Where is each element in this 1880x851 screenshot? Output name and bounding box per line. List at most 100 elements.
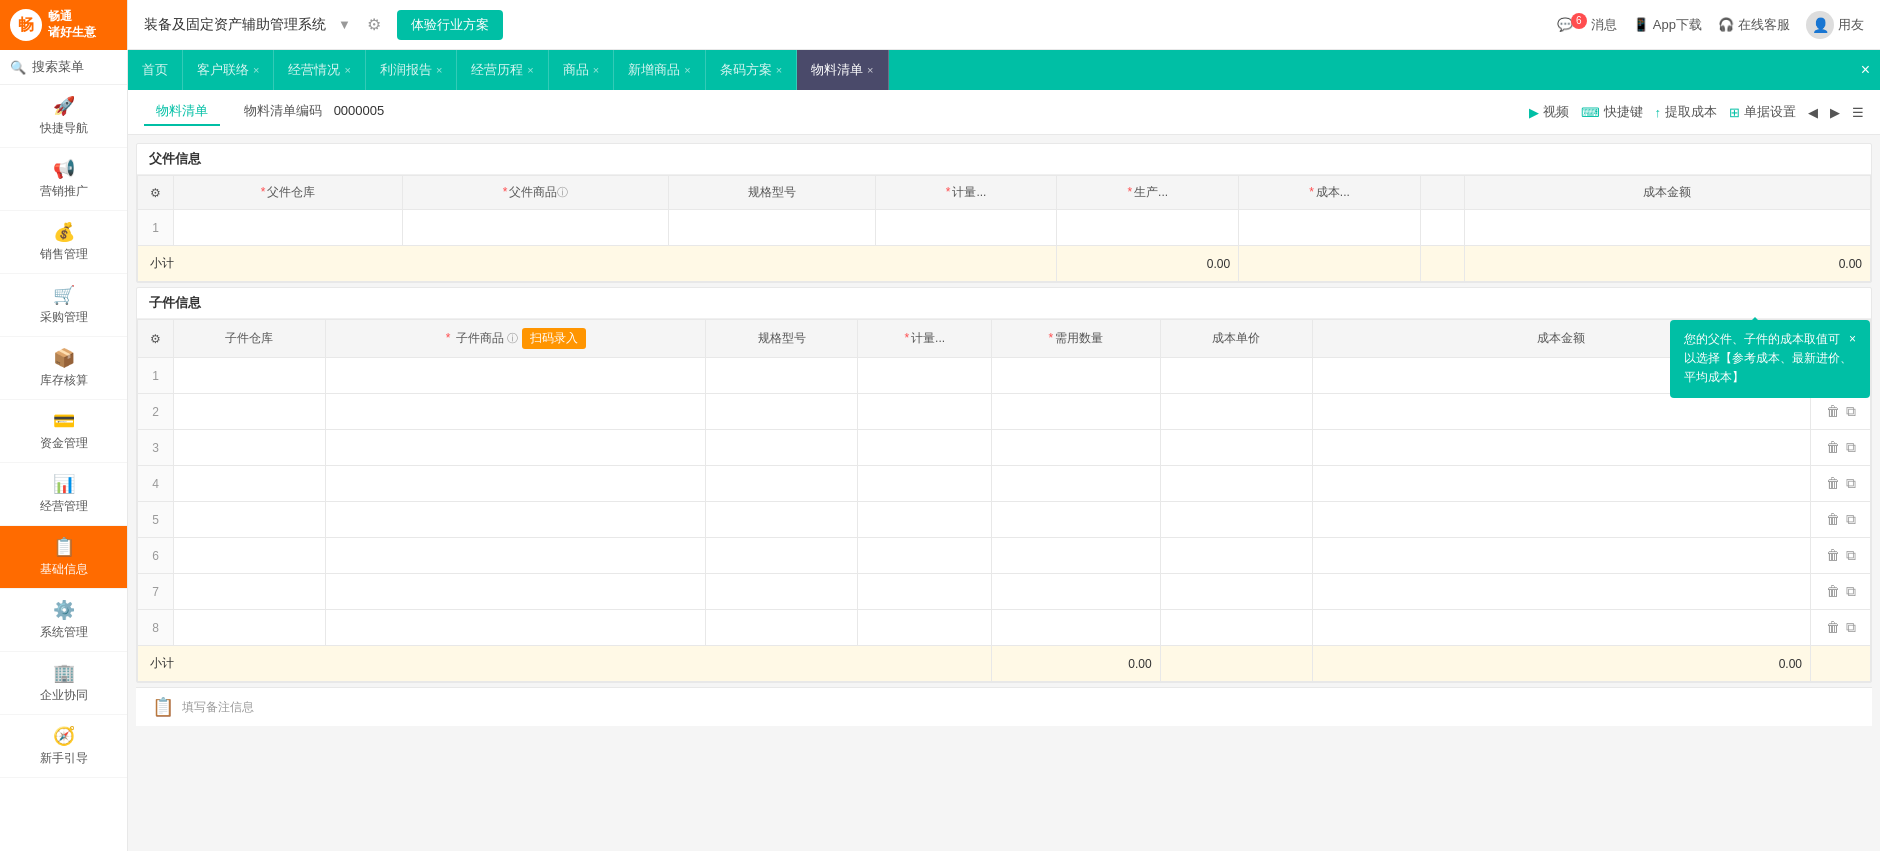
tab-customer[interactable]: 客户联络 ×: [183, 50, 274, 90]
child-r2-unit[interactable]: [858, 394, 992, 430]
tab-history[interactable]: 经营历程 ×: [457, 50, 548, 90]
child-r8-product[interactable]: [325, 610, 705, 646]
parent-product-cell[interactable]: [403, 210, 669, 246]
child-r1-unit-cost[interactable]: [1160, 358, 1312, 394]
parent-col-settings[interactable]: ⚙: [138, 176, 174, 210]
system-dropdown-icon[interactable]: ▼: [338, 17, 351, 32]
child-r2-cost-amount[interactable]: [1312, 394, 1810, 430]
child-r5-qty[interactable]: [992, 502, 1161, 538]
list-view-btn[interactable]: ☰: [1852, 105, 1864, 120]
tab-operations[interactable]: 经营情况 ×: [274, 50, 365, 90]
parent-cost-cell[interactable]: [1239, 210, 1421, 246]
sidebar-item-inventory[interactable]: 📦 库存核算: [0, 337, 127, 400]
child-r6-product[interactable]: [325, 538, 705, 574]
sidebar-item-operations[interactable]: 📊 经营管理: [0, 463, 127, 526]
child-r5-unit[interactable]: [858, 502, 992, 538]
search-menu[interactable]: 🔍 搜索菜单: [0, 50, 127, 85]
child-r2-warehouse[interactable]: [174, 394, 326, 430]
child-r6-cost-amount[interactable]: [1312, 538, 1810, 574]
child-r7-qty[interactable]: [992, 574, 1161, 610]
sidebar-item-enterprise[interactable]: 🏢 企业协同: [0, 652, 127, 715]
child-r8-spec[interactable]: [706, 610, 858, 646]
child-r5-cost-amount[interactable]: [1312, 502, 1810, 538]
tooltip-close-btn[interactable]: ×: [1849, 330, 1856, 349]
tab-goods[interactable]: 商品 ×: [549, 50, 614, 90]
parent-cost-amount-cell[interactable]: [1464, 210, 1870, 246]
parent-spec-cell[interactable]: [669, 210, 875, 246]
child-r7-cost-amount[interactable]: [1312, 574, 1810, 610]
page-tab-bom-code[interactable]: 物料清单编码 0000005: [232, 98, 396, 126]
sidebar-item-basic-info[interactable]: 📋 基础信息: [0, 526, 127, 589]
child-r8-cost-amount[interactable]: [1312, 610, 1810, 646]
copy-icon[interactable]: ⧉: [1846, 439, 1856, 456]
delete-icon[interactable]: 🗑: [1826, 583, 1840, 600]
child-r3-qty[interactable]: [992, 430, 1161, 466]
delete-icon[interactable]: 🗑: [1826, 403, 1840, 420]
child-r6-warehouse[interactable]: [174, 538, 326, 574]
child-r7-spec[interactable]: [706, 574, 858, 610]
sidebar-item-purchase[interactable]: 🛒 采购管理: [0, 274, 127, 337]
prev-btn[interactable]: ◀: [1808, 105, 1818, 120]
child-r1-spec[interactable]: [706, 358, 858, 394]
user-action[interactable]: 👤 用友: [1806, 11, 1864, 39]
page-tab-bom-list[interactable]: 物料清单: [144, 98, 220, 126]
child-r4-spec[interactable]: [706, 466, 858, 502]
delete-icon[interactable]: 🗑: [1826, 547, 1840, 564]
delete-icon[interactable]: 🗑: [1826, 475, 1840, 492]
child-r3-cost-amount[interactable]: [1312, 430, 1810, 466]
tab-profit-close[interactable]: ×: [436, 64, 442, 76]
child-r5-warehouse[interactable]: [174, 502, 326, 538]
tab-customer-close[interactable]: ×: [253, 64, 259, 76]
child-r1-product[interactable]: [325, 358, 705, 394]
child-r4-unit-cost[interactable]: [1160, 466, 1312, 502]
tab-bom[interactable]: 物料清单 ×: [797, 50, 888, 90]
trial-button[interactable]: 体验行业方案: [397, 10, 503, 40]
child-r4-qty[interactable]: [992, 466, 1161, 502]
child-r3-warehouse[interactable]: [174, 430, 326, 466]
copy-icon[interactable]: ⧉: [1846, 511, 1856, 528]
note-icon[interactable]: 📋: [152, 696, 174, 718]
child-r3-unit[interactable]: [858, 430, 992, 466]
child-r7-unit[interactable]: [858, 574, 992, 610]
child-r2-unit-cost[interactable]: [1160, 394, 1312, 430]
child-r3-unit-cost[interactable]: [1160, 430, 1312, 466]
parent-warehouse-cell[interactable]: [174, 210, 403, 246]
tab-home[interactable]: 首页: [128, 50, 183, 90]
tab-bom-close[interactable]: ×: [867, 64, 873, 76]
sidebar-item-guide[interactable]: 🧭 新手引导: [0, 715, 127, 778]
tab-new-goods-close[interactable]: ×: [684, 64, 690, 76]
child-r3-product[interactable]: [325, 430, 705, 466]
child-r6-unit-cost[interactable]: [1160, 538, 1312, 574]
child-r4-unit[interactable]: [858, 466, 992, 502]
child-r5-product[interactable]: [325, 502, 705, 538]
tab-new-goods[interactable]: 新增商品 ×: [614, 50, 705, 90]
child-col-settings[interactable]: ⚙: [138, 320, 174, 358]
sidebar-item-system[interactable]: ⚙️ 系统管理: [0, 589, 127, 652]
tab-history-close[interactable]: ×: [527, 64, 533, 76]
delete-icon[interactable]: 🗑: [1826, 619, 1840, 636]
tab-bar-close-icon[interactable]: ×: [1851, 61, 1880, 79]
sidebar-item-marketing[interactable]: 📢 营销推广: [0, 148, 127, 211]
child-r8-warehouse[interactable]: [174, 610, 326, 646]
child-r1-qty[interactable]: [992, 358, 1161, 394]
extract-cost-btn[interactable]: ↑ 提取成本: [1655, 103, 1718, 121]
copy-icon[interactable]: ⧉: [1846, 619, 1856, 636]
child-r1-warehouse[interactable]: [174, 358, 326, 394]
app-download-action[interactable]: 📱 App下载: [1633, 16, 1702, 34]
messages-action[interactable]: 💬 6 消息: [1557, 16, 1617, 34]
settings-icon[interactable]: ⚙: [367, 15, 381, 34]
next-btn[interactable]: ▶: [1830, 105, 1840, 120]
tab-profit[interactable]: 利润报告 ×: [366, 50, 457, 90]
parent-unit-cell[interactable]: [875, 210, 1057, 246]
child-r6-spec[interactable]: [706, 538, 858, 574]
tab-barcode[interactable]: 条码方案 ×: [706, 50, 797, 90]
child-r4-warehouse[interactable]: [174, 466, 326, 502]
child-r2-spec[interactable]: [706, 394, 858, 430]
child-r3-spec[interactable]: [706, 430, 858, 466]
sidebar-item-sales[interactable]: 💰 销售管理: [0, 211, 127, 274]
child-r6-qty[interactable]: [992, 538, 1161, 574]
copy-icon[interactable]: ⧉: [1846, 475, 1856, 492]
child-r1-unit[interactable]: [858, 358, 992, 394]
copy-icon[interactable]: ⧉: [1846, 547, 1856, 564]
sidebar-item-finance[interactable]: 💳 资金管理: [0, 400, 127, 463]
